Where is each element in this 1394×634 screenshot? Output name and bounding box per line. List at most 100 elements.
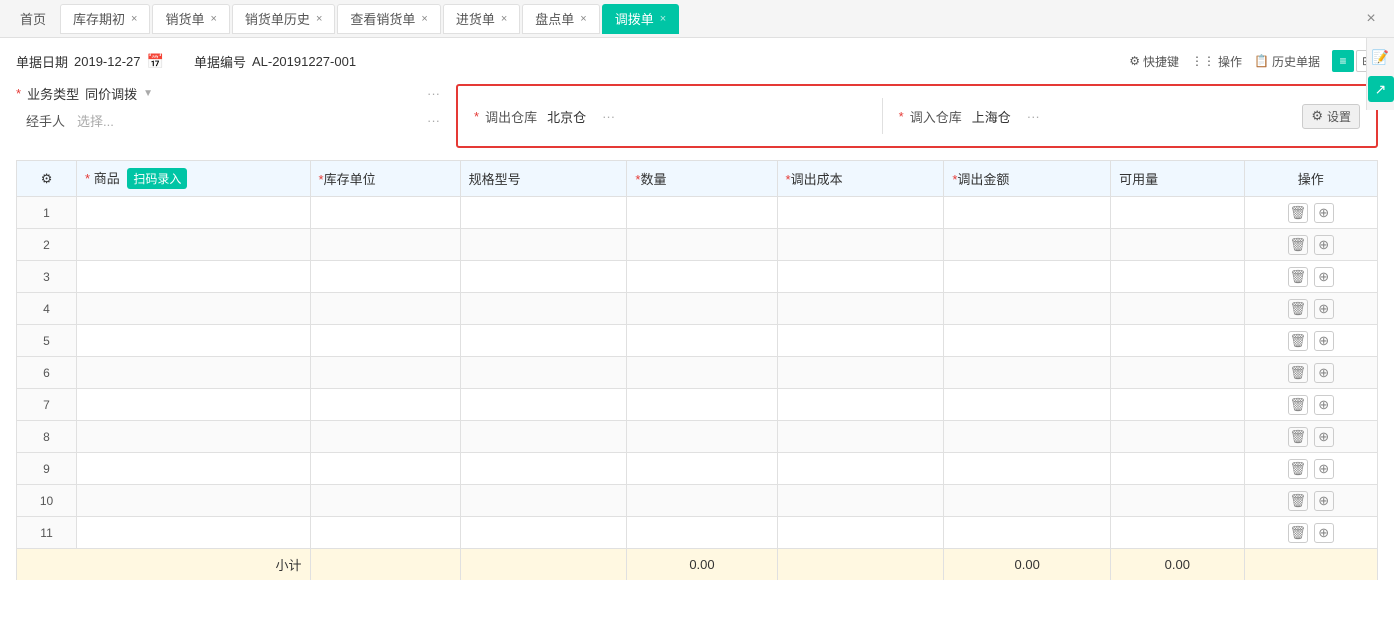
row-copy-8[interactable]: ⊕ [1314, 427, 1334, 447]
row-delete-8[interactable]: 🗑 [1288, 427, 1308, 447]
row-amount-3[interactable] [944, 261, 1111, 293]
shortcut-btn[interactable]: ⚙ 快捷键 [1129, 53, 1179, 70]
row-available-5[interactable] [1111, 325, 1244, 357]
history-btn[interactable]: 📋 历史单据 [1254, 53, 1320, 70]
row-available-2[interactable] [1111, 229, 1244, 261]
operation-btn[interactable]: ⋮⋮ 操作 [1191, 53, 1242, 70]
tab-sales-history-close[interactable]: × [316, 13, 322, 25]
row-qty-11[interactable] [627, 517, 777, 549]
calendar-icon[interactable]: 📅 [147, 53, 164, 70]
row-delete-9[interactable]: 🗑 [1288, 459, 1308, 479]
row-product-11[interactable] [77, 517, 311, 549]
row-copy-4[interactable]: ⊕ [1314, 299, 1334, 319]
row-copy-10[interactable]: ⊕ [1314, 491, 1334, 511]
warehouse-in-value[interactable]: 上海仓 [972, 107, 1011, 126]
row-unit-11[interactable] [310, 517, 460, 549]
row-product-2[interactable] [77, 229, 311, 261]
row-cost-10[interactable] [777, 485, 944, 517]
row-amount-7[interactable] [944, 389, 1111, 421]
row-spec-2[interactable] [460, 229, 627, 261]
row-unit-8[interactable] [310, 421, 460, 453]
row-qty-7[interactable] [627, 389, 777, 421]
row-available-9[interactable] [1111, 453, 1244, 485]
row-delete-2[interactable]: 🗑 [1288, 235, 1308, 255]
row-product-3[interactable] [77, 261, 311, 293]
row-spec-7[interactable] [460, 389, 627, 421]
row-amount-5[interactable] [944, 325, 1111, 357]
row-unit-4[interactable] [310, 293, 460, 325]
tab-inventory-init-close[interactable]: × [131, 13, 137, 25]
row-product-9[interactable] [77, 453, 311, 485]
row-qty-5[interactable] [627, 325, 777, 357]
row-available-4[interactable] [1111, 293, 1244, 325]
row-cost-1[interactable] [777, 197, 944, 229]
row-amount-1[interactable] [944, 197, 1111, 229]
row-amount-8[interactable] [944, 421, 1111, 453]
row-cost-7[interactable] [777, 389, 944, 421]
layout-list-btn[interactable]: ≡ [1332, 50, 1354, 72]
tab-purchase-order[interactable]: 进货单 × [443, 4, 520, 34]
row-product-5[interactable] [77, 325, 311, 357]
row-delete-6[interactable]: 🗑 [1288, 363, 1308, 383]
row-delete-5[interactable]: 🗑 [1288, 331, 1308, 351]
tab-sales-order-close[interactable]: × [210, 13, 216, 25]
business-type-dots[interactable]: ··· [427, 86, 440, 101]
row-qty-8[interactable] [627, 421, 777, 453]
col-gear[interactable]: ⚙ [17, 161, 77, 197]
business-type-value[interactable]: 同价调拨 [85, 84, 137, 103]
row-cost-4[interactable] [777, 293, 944, 325]
row-product-8[interactable] [77, 421, 311, 453]
row-amount-9[interactable] [944, 453, 1111, 485]
row-copy-9[interactable]: ⊕ [1314, 459, 1334, 479]
row-unit-7[interactable] [310, 389, 460, 421]
row-available-3[interactable] [1111, 261, 1244, 293]
row-product-1[interactable] [77, 197, 311, 229]
row-copy-11[interactable]: ⊕ [1314, 523, 1334, 543]
row-unit-9[interactable] [310, 453, 460, 485]
row-cost-5[interactable] [777, 325, 944, 357]
settings-button[interactable]: ⚙ 设置 [1302, 104, 1360, 129]
warehouse-in-dots[interactable]: ··· [1027, 109, 1040, 124]
row-cost-8[interactable] [777, 421, 944, 453]
row-unit-1[interactable] [310, 197, 460, 229]
row-available-10[interactable] [1111, 485, 1244, 517]
row-product-4[interactable] [77, 293, 311, 325]
row-spec-3[interactable] [460, 261, 627, 293]
row-spec-6[interactable] [460, 357, 627, 389]
row-delete-3[interactable]: 🗑 [1288, 267, 1308, 287]
row-amount-4[interactable] [944, 293, 1111, 325]
row-available-6[interactable] [1111, 357, 1244, 389]
tab-inventory-init[interactable]: 库存期初 × [60, 4, 150, 34]
row-copy-3[interactable]: ⊕ [1314, 267, 1334, 287]
warehouse-out-dots[interactable]: ··· [602, 109, 615, 124]
row-cost-9[interactable] [777, 453, 944, 485]
row-available-7[interactable] [1111, 389, 1244, 421]
row-copy-1[interactable]: ⊕ [1314, 203, 1334, 223]
tab-view-sales[interactable]: 查看销货单 × [337, 4, 440, 34]
row-copy-6[interactable]: ⊕ [1314, 363, 1334, 383]
row-qty-9[interactable] [627, 453, 777, 485]
row-copy-2[interactable]: ⊕ [1314, 235, 1334, 255]
row-cost-6[interactable] [777, 357, 944, 389]
sidebar-notes-icon[interactable]: 📝 [1370, 46, 1392, 68]
row-qty-10[interactable] [627, 485, 777, 517]
row-qty-3[interactable] [627, 261, 777, 293]
warehouse-out-value[interactable]: 北京仓 [547, 107, 586, 126]
row-delete-11[interactable]: 🗑 [1288, 523, 1308, 543]
row-spec-4[interactable] [460, 293, 627, 325]
window-close-button[interactable]: × [1356, 4, 1386, 34]
row-available-11[interactable] [1111, 517, 1244, 549]
row-spec-9[interactable] [460, 453, 627, 485]
tab-purchase-order-close[interactable]: × [501, 13, 507, 25]
row-unit-6[interactable] [310, 357, 460, 389]
row-spec-5[interactable] [460, 325, 627, 357]
row-unit-2[interactable] [310, 229, 460, 261]
row-delete-1[interactable]: 🗑 [1288, 203, 1308, 223]
row-available-1[interactable] [1111, 197, 1244, 229]
row-cost-3[interactable] [777, 261, 944, 293]
row-delete-10[interactable]: 🗑 [1288, 491, 1308, 511]
tab-inventory-check-close[interactable]: × [580, 13, 586, 25]
row-amount-2[interactable] [944, 229, 1111, 261]
row-spec-1[interactable] [460, 197, 627, 229]
row-copy-7[interactable]: ⊕ [1314, 395, 1334, 415]
